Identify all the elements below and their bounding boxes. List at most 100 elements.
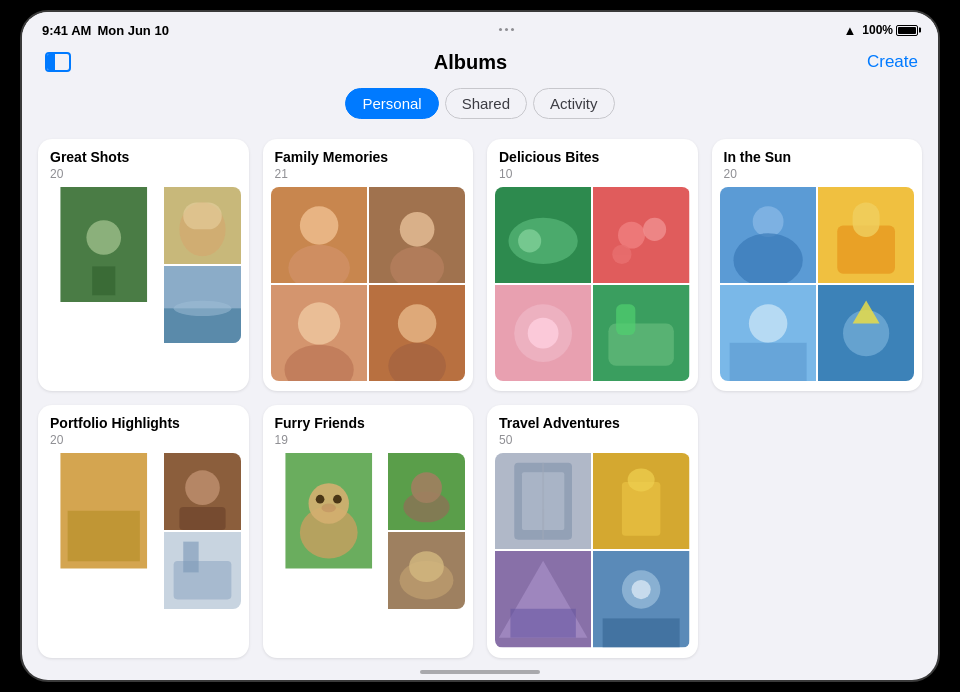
svg-point-27 (613, 245, 632, 264)
album-family-memories[interactable]: Family Memories 21 (263, 139, 474, 391)
photo-grid (271, 453, 466, 609)
photo-cell (720, 187, 816, 283)
svg-rect-5 (183, 202, 222, 229)
svg-point-59 (333, 495, 342, 504)
photo-cell (46, 187, 162, 303)
home-indicator (420, 670, 540, 674)
photo-grid (46, 187, 241, 343)
svg-rect-33 (616, 304, 635, 335)
photo-cell (818, 285, 914, 381)
photo-cell (818, 187, 914, 283)
tab-bar: Personal Shared Activity (22, 84, 938, 131)
svg-point-63 (411, 472, 442, 503)
photo-cell (164, 187, 241, 264)
album-portfolio-highlights[interactable]: Portfolio Highlights 20 (38, 405, 249, 657)
svg-point-50 (185, 470, 220, 505)
photo-cell (495, 285, 591, 381)
date: Mon Jun 10 (97, 23, 169, 38)
svg-rect-53 (173, 561, 231, 600)
svg-point-58 (315, 495, 324, 504)
ipad-frame: 9:41 AM Mon Jun 10 ▲ 100% (20, 10, 940, 682)
photo-cell (369, 285, 465, 381)
battery-percent: 100% (862, 23, 893, 37)
album-title: Furry Friends (275, 415, 462, 432)
photo-cell (495, 453, 591, 549)
dots-menu (499, 28, 514, 31)
album-count: 20 (50, 167, 237, 181)
album-travel-adventures[interactable]: Travel Adventures 50 (487, 405, 698, 657)
photo-cell (593, 187, 689, 283)
album-title: Family Memories (275, 149, 462, 166)
svg-point-23 (518, 229, 541, 252)
svg-rect-51 (179, 507, 225, 530)
photo-cell (593, 453, 689, 549)
album-furry-friends[interactable]: Furry Friends 19 (263, 405, 474, 657)
album-title: In the Sun (724, 149, 911, 166)
svg-rect-54 (183, 542, 198, 573)
svg-point-35 (752, 206, 783, 237)
photo-grid (495, 187, 690, 382)
photo-cell (271, 285, 367, 381)
svg-rect-80 (603, 619, 680, 648)
status-left: 9:41 AM Mon Jun 10 (42, 23, 169, 38)
svg-point-19 (398, 304, 437, 343)
dot1 (499, 28, 502, 31)
wifi-icon: ▲ (843, 23, 856, 38)
photo-cell (593, 285, 689, 381)
album-count: 50 (499, 433, 686, 447)
tab-personal[interactable]: Personal (345, 88, 438, 119)
svg-point-16 (297, 302, 339, 344)
svg-point-79 (632, 580, 651, 599)
photo-cell (495, 551, 591, 647)
photo-cell (593, 551, 689, 647)
album-title: Delicious Bites (499, 149, 686, 166)
album-delicious-bites[interactable]: Delicious Bites 10 (487, 139, 698, 391)
nav-bar: Albums Create (22, 44, 938, 84)
svg-rect-39 (852, 202, 879, 237)
photo-grid (271, 187, 466, 382)
svg-point-66 (409, 551, 444, 582)
photo-cell (720, 285, 816, 381)
album-great-shots[interactable]: Great Shots 20 (38, 139, 249, 391)
tab-activity[interactable]: Activity (533, 88, 615, 119)
svg-rect-42 (729, 343, 806, 382)
svg-rect-73 (628, 468, 655, 491)
time: 9:41 AM (42, 23, 91, 38)
sidebar-toggle-button[interactable] (42, 48, 74, 76)
photo-cell (388, 532, 465, 609)
album-title: Great Shots (50, 149, 237, 166)
photo-cell (271, 453, 387, 569)
photo-cell (164, 532, 241, 609)
battery-container: 100% (862, 23, 918, 37)
svg-point-25 (618, 221, 645, 248)
photo-cell (46, 453, 162, 569)
battery-fill (898, 27, 916, 34)
photo-cell (164, 453, 241, 530)
photo-cell (271, 187, 367, 283)
album-count: 20 (724, 167, 911, 181)
sidebar-icon (45, 52, 71, 72)
svg-point-26 (643, 218, 666, 241)
album-title: Travel Adventures (499, 415, 686, 432)
status-right: ▲ 100% (843, 23, 918, 38)
dot2 (505, 28, 508, 31)
svg-point-10 (299, 206, 338, 245)
ipad-screen: 9:41 AM Mon Jun 10 ▲ 100% (22, 12, 938, 680)
album-count: 20 (50, 433, 237, 447)
svg-point-1 (86, 220, 121, 255)
album-count: 19 (275, 433, 462, 447)
photo-cell (369, 187, 465, 283)
photo-grid (46, 453, 241, 609)
svg-point-30 (528, 318, 559, 349)
album-count: 21 (275, 167, 462, 181)
tab-shared[interactable]: Shared (445, 88, 527, 119)
albums-container: Great Shots 20 (22, 131, 938, 680)
status-bar: 9:41 AM Mon Jun 10 ▲ 100% (22, 12, 938, 44)
svg-point-41 (748, 304, 787, 343)
photo-grid (495, 453, 690, 648)
album-in-the-sun[interactable]: In the Sun 20 (712, 139, 923, 391)
svg-point-8 (173, 300, 231, 315)
photo-cell (495, 187, 591, 283)
photo-cell (164, 266, 241, 343)
create-button[interactable]: Create (867, 52, 918, 72)
